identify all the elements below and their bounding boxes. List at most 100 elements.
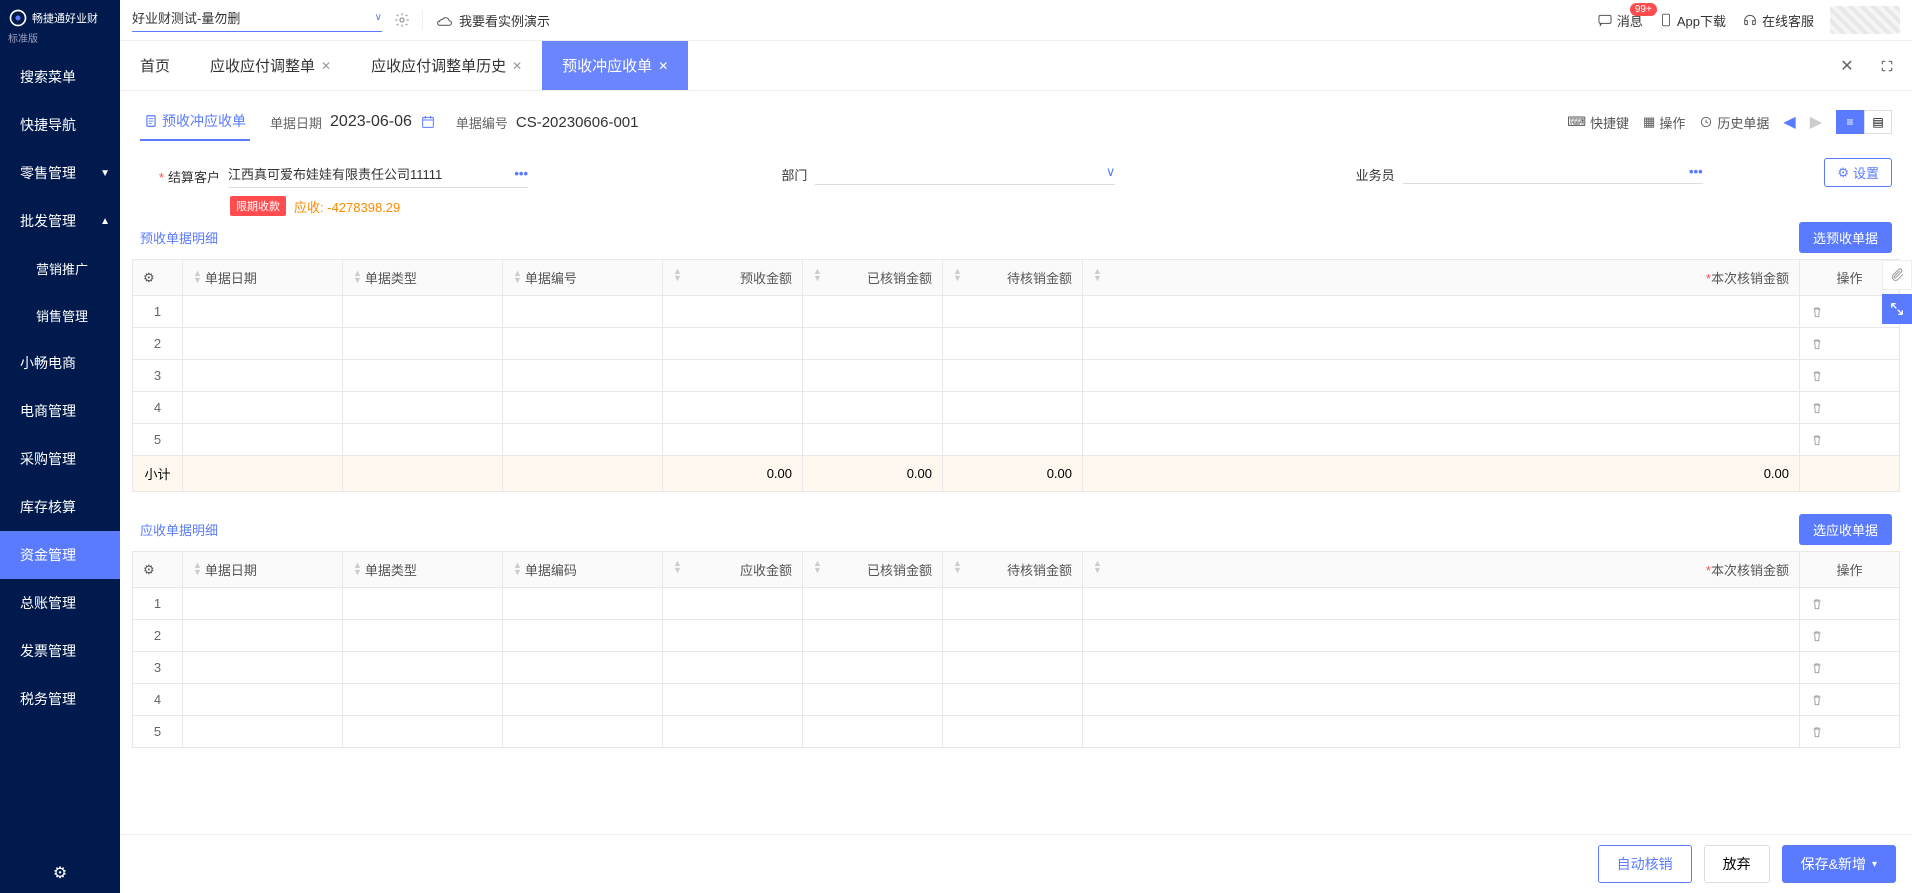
save-and-new-button[interactable]: 保存&新增 ▾: [1782, 845, 1896, 883]
sidebar-item-6[interactable]: 小畅电商: [0, 339, 120, 387]
view-card-button[interactable]: ▤: [1864, 110, 1892, 134]
messages-link[interactable]: 消息 99+: [1597, 11, 1643, 30]
table-row[interactable]: 3: [133, 652, 1900, 684]
sales-lookup-icon[interactable]: •••: [1689, 164, 1703, 179]
sidebar-settings[interactable]: ⚙: [0, 853, 120, 893]
table-row[interactable]: 1: [133, 588, 1900, 620]
col-verified-amount[interactable]: ▲▼已核销金额: [803, 260, 943, 296]
expand-tab[interactable]: [1882, 294, 1912, 324]
close-icon[interactable]: ✕: [512, 59, 522, 73]
sidebar-item-8[interactable]: 采购管理: [0, 435, 120, 483]
col-prepay-amount[interactable]: ▲▼预收金额: [663, 260, 803, 296]
table-row[interactable]: 2: [133, 328, 1900, 360]
table-row[interactable]: 4: [133, 392, 1900, 424]
delete-icon[interactable]: [1810, 369, 1889, 383]
close-icon[interactable]: ✕: [321, 59, 331, 73]
col-date[interactable]: ▲▼单据日期: [183, 260, 343, 296]
select-prepay-button[interactable]: 选预收单据: [1799, 222, 1892, 253]
customer-lookup-icon[interactable]: •••: [514, 166, 528, 181]
tab-2[interactable]: 应收应付调整单历史✕: [351, 41, 542, 90]
history-link[interactable]: 历史单据: [1699, 113, 1769, 132]
calendar-icon[interactable]: [420, 114, 436, 130]
sidebar-item-10[interactable]: 资金管理: [0, 531, 120, 579]
delete-icon[interactable]: [1810, 693, 1889, 707]
discard-button[interactable]: 放弃: [1704, 845, 1770, 883]
doc-type-tab[interactable]: 预收冲应收单: [140, 103, 250, 141]
table-row[interactable]: 4: [133, 684, 1900, 716]
keyboard-icon: ⌨: [1567, 114, 1586, 130]
sidebar-item-5[interactable]: 销售管理: [0, 292, 120, 339]
sales-field[interactable]: •••: [1403, 164, 1703, 184]
tab-3[interactable]: 预收冲应收单✕: [542, 41, 688, 90]
sidebar-item-2[interactable]: 零售管理▼: [0, 149, 120, 197]
table-row[interactable]: 5: [133, 424, 1900, 456]
history-icon: [1699, 115, 1713, 129]
col-date[interactable]: ▲▼单据日期: [183, 552, 343, 588]
topbar: 好业财测试-量勿删 ∨ 我要看实例演示 消息 99+: [120, 0, 1912, 41]
col-pending-amount[interactable]: ▲▼待核销金额: [943, 552, 1083, 588]
close-icon[interactable]: ✕: [658, 59, 668, 73]
doc-header: 预收冲应收单 单据日期 2023-06-06 单据编号 CS-20230606-…: [132, 103, 1900, 152]
auto-verify-button[interactable]: 自动核销: [1598, 845, 1692, 883]
doc-no-label: 单据编号: [456, 113, 508, 132]
settings-button[interactable]: ⚙ 设置: [1824, 158, 1892, 187]
delete-icon[interactable]: [1810, 661, 1889, 675]
delete-icon[interactable]: [1810, 597, 1889, 611]
close-all-tabs[interactable]: ✕: [1832, 51, 1862, 81]
delete-icon[interactable]: [1810, 725, 1889, 739]
table-row[interactable]: 3: [133, 360, 1900, 392]
col-type[interactable]: ▲▼单据类型: [343, 260, 503, 296]
prev-icon[interactable]: ◀: [1783, 112, 1795, 132]
sidebar-item-13[interactable]: 税务管理: [0, 675, 120, 723]
delete-icon[interactable]: [1810, 337, 1889, 351]
sidebar-item-3[interactable]: 批发管理▲: [0, 197, 120, 245]
demo-link[interactable]: 我要看实例演示: [435, 11, 550, 30]
company-settings-icon[interactable]: [394, 12, 410, 28]
table-row[interactable]: 5: [133, 716, 1900, 748]
chevron-down-icon[interactable]: ∨: [375, 12, 382, 23]
sidebar-item-1[interactable]: 快捷导航: [0, 101, 120, 149]
sidebar-item-7[interactable]: 电商管理: [0, 387, 120, 435]
sidebar-item-4[interactable]: 营销推广: [0, 245, 120, 292]
delete-icon[interactable]: [1810, 305, 1889, 319]
chevron-down-icon[interactable]: ∨: [1106, 164, 1116, 180]
fullscreen-icon[interactable]: [1872, 51, 1902, 81]
col-no[interactable]: ▲▼单据编号: [503, 260, 663, 296]
sidebar-item-11[interactable]: 总账管理: [0, 579, 120, 627]
attachment-tab[interactable]: [1882, 260, 1912, 290]
sidebar-item-12[interactable]: 发票管理: [0, 627, 120, 675]
table-settings-icon[interactable]: ⚙: [133, 552, 183, 588]
next-icon[interactable]: ▶: [1810, 112, 1822, 132]
delete-icon[interactable]: [1810, 629, 1889, 643]
sidebar-item-label: 营销推广: [36, 259, 88, 278]
company-selector[interactable]: 好业财测试-量勿删: [132, 8, 240, 27]
col-this-amount[interactable]: ▲▼*本次核销金额: [1083, 260, 1800, 296]
table-settings-icon[interactable]: ⚙: [133, 260, 183, 296]
shortcut-link[interactable]: ⌨ 快捷键: [1567, 113, 1629, 132]
col-this-amount[interactable]: ▲▼*本次核销金额: [1083, 552, 1800, 588]
operations-link[interactable]: ▦ 操作: [1643, 113, 1685, 132]
delete-icon[interactable]: [1810, 433, 1889, 447]
doc-no: CS-20230606-001: [516, 114, 639, 131]
tab-0[interactable]: 首页: [120, 41, 190, 90]
user-avatar[interactable]: [1830, 6, 1900, 34]
customer-field[interactable]: 江西真可爱布娃娃有限责任公司11111 •••: [228, 164, 528, 188]
sidebar-item-0[interactable]: 搜索菜单: [0, 53, 120, 101]
sidebar-item-9[interactable]: 库存核算: [0, 483, 120, 531]
dept-field[interactable]: ∨: [815, 164, 1115, 185]
col-type[interactable]: ▲▼单据类型: [343, 552, 503, 588]
app-download-link[interactable]: App下载: [1659, 11, 1726, 30]
online-service-link[interactable]: 在线客服: [1742, 11, 1814, 30]
col-no[interactable]: ▲▼单据编码: [503, 552, 663, 588]
col-verified-amount[interactable]: ▲▼已核销金额: [803, 552, 943, 588]
col-receivable-amount[interactable]: ▲▼应收金额: [663, 552, 803, 588]
view-list-button[interactable]: ≡: [1836, 110, 1864, 134]
tab-1[interactable]: 应收应付调整单✕: [190, 41, 351, 90]
table-row[interactable]: 1: [133, 296, 1900, 328]
table-row[interactable]: 2: [133, 620, 1900, 652]
delete-icon[interactable]: [1810, 401, 1889, 415]
col-pending-amount[interactable]: ▲▼待核销金额: [943, 260, 1083, 296]
doc-date[interactable]: 2023-06-06: [330, 113, 412, 131]
page-tabs: 首页应收应付调整单✕应收应付调整单历史✕预收冲应收单✕ ✕: [120, 41, 1912, 91]
select-receivable-button[interactable]: 选应收单据: [1799, 514, 1892, 545]
